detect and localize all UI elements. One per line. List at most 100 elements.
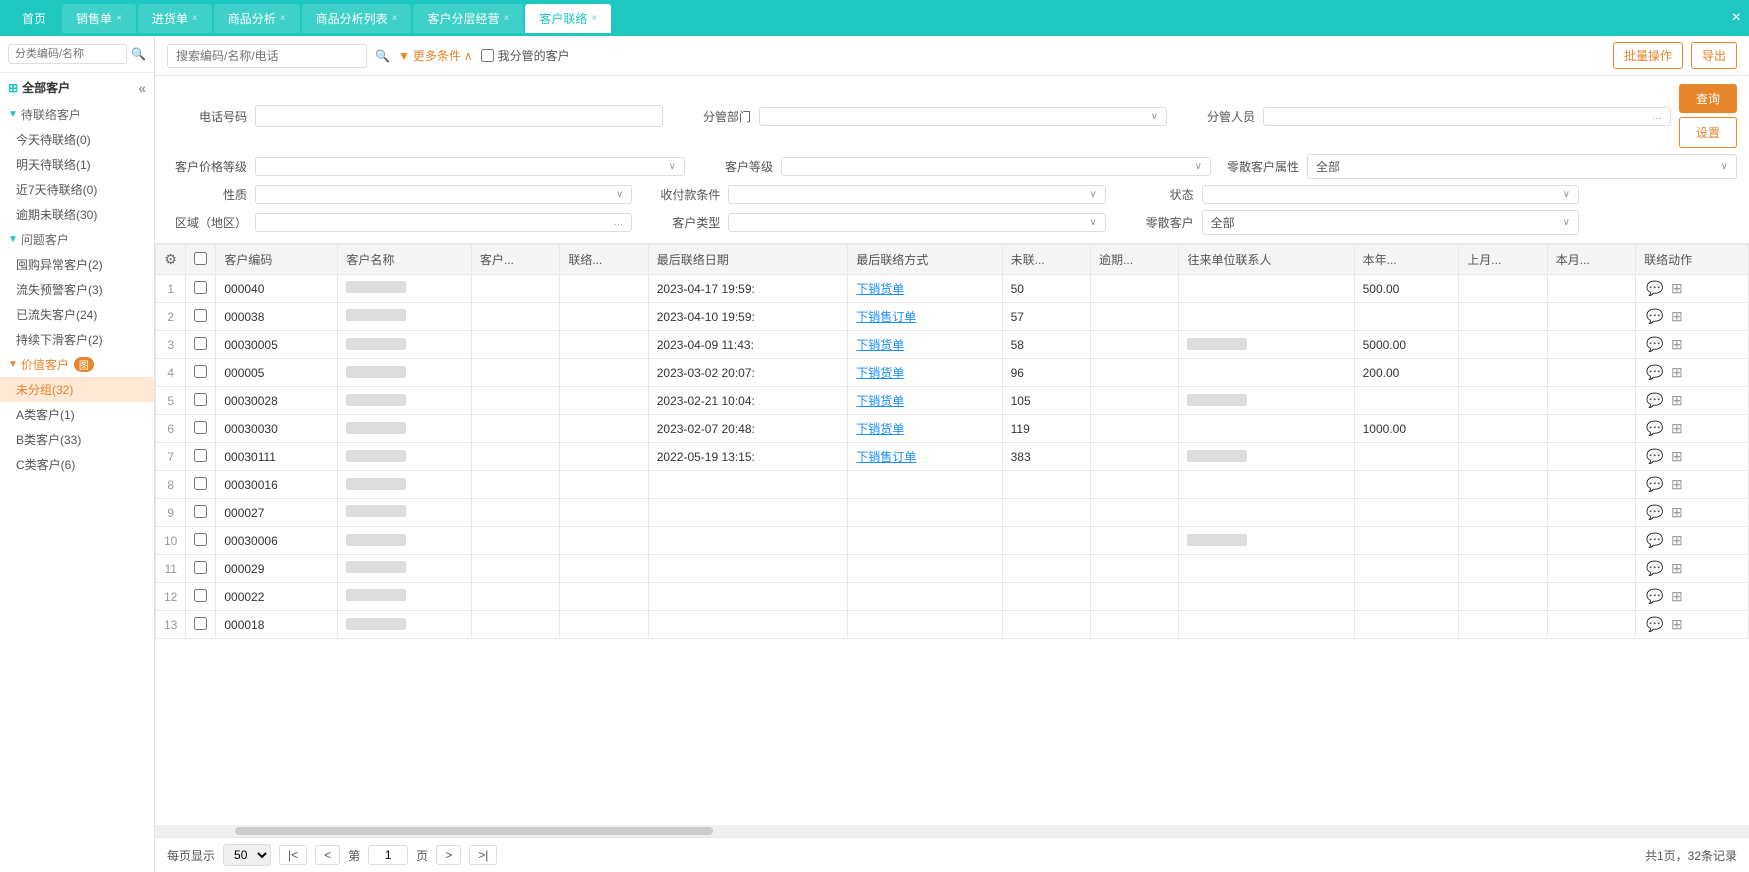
sidebar-collapse-btn[interactable]: « bbox=[138, 80, 146, 96]
sidebar-search-input[interactable] bbox=[8, 44, 127, 64]
grid-action-icon[interactable]: ⊞ bbox=[1669, 532, 1685, 548]
person-select[interactable]: … bbox=[1263, 107, 1671, 126]
last-method[interactable]: 下销售订单 bbox=[848, 443, 1002, 471]
row-checkbox[interactable] bbox=[194, 421, 207, 434]
last-method[interactable]: 下销售订单 bbox=[848, 303, 1002, 331]
last-method[interactable] bbox=[848, 555, 1002, 583]
row-checkbox[interactable] bbox=[194, 505, 207, 518]
sidebar-item-churn-warning[interactable]: 流失预警客户(3) bbox=[0, 277, 154, 302]
grid-action-icon[interactable]: ⊞ bbox=[1669, 560, 1685, 576]
value-group-title[interactable]: ▼ 价值客户 图 bbox=[0, 352, 154, 377]
nav-tab-sales[interactable]: 销售单 × bbox=[62, 4, 136, 33]
all-customers-header[interactable]: ⊞ 全部客户 « bbox=[0, 73, 154, 102]
batch-ops-btn[interactable]: 批量操作 bbox=[1613, 42, 1683, 69]
dept-select[interactable]: ∨ bbox=[759, 107, 1167, 126]
last-method[interactable]: 下销货单 bbox=[848, 387, 1002, 415]
row-checkbox-cell[interactable] bbox=[186, 359, 216, 387]
close-icon[interactable]: × bbox=[503, 13, 509, 24]
th-gear[interactable]: ⚙ bbox=[156, 245, 186, 275]
nav-home[interactable]: 首页 bbox=[8, 4, 60, 33]
per-page-select[interactable]: 50 bbox=[223, 844, 271, 866]
last-method[interactable]: 下销货单 bbox=[848, 359, 1002, 387]
last-method[interactable] bbox=[848, 611, 1002, 639]
last-method[interactable]: 下销货单 bbox=[848, 275, 1002, 303]
sidebar-item-tomorrow-pending[interactable]: 明天待联络(1) bbox=[0, 152, 154, 177]
horizontal-scrollbar[interactable] bbox=[155, 827, 1749, 835]
row-checkbox[interactable] bbox=[194, 477, 207, 490]
last-method[interactable] bbox=[848, 471, 1002, 499]
sidebar-search-icon[interactable]: 🔍 bbox=[131, 47, 146, 61]
last-method[interactable] bbox=[848, 583, 1002, 611]
chat-icon[interactable]: 💬 bbox=[1644, 560, 1665, 576]
nav-tab-customer-contact[interactable]: 客户联络 × bbox=[525, 4, 611, 33]
filter-search-icon[interactable]: 🔍 bbox=[375, 49, 390, 63]
grid-action-icon[interactable]: ⊞ bbox=[1669, 588, 1685, 604]
close-icon[interactable]: × bbox=[591, 13, 597, 24]
chat-icon[interactable]: 💬 bbox=[1644, 448, 1665, 464]
grid-action-icon[interactable]: ⊞ bbox=[1669, 476, 1685, 492]
row-checkbox-cell[interactable] bbox=[186, 443, 216, 471]
retail-select[interactable]: 全部 ∨ bbox=[1202, 210, 1579, 235]
sidebar-item-b-class[interactable]: B类客户(33) bbox=[0, 427, 154, 452]
row-checkbox-cell[interactable] bbox=[186, 499, 216, 527]
row-checkbox[interactable] bbox=[194, 337, 207, 350]
row-checkbox-cell[interactable] bbox=[186, 527, 216, 555]
close-icon[interactable]: × bbox=[280, 13, 286, 24]
grid-action-icon[interactable]: ⊞ bbox=[1669, 308, 1685, 324]
row-checkbox-cell[interactable] bbox=[186, 555, 216, 583]
my-customers-checkbox[interactable]: 我分管的客户 bbox=[481, 47, 570, 64]
chat-icon[interactable]: 💬 bbox=[1644, 616, 1665, 632]
sidebar-item-c-class[interactable]: C类客户(6) bbox=[0, 452, 154, 477]
nav-tab-analysis[interactable]: 商品分析 × bbox=[214, 4, 300, 33]
chat-icon[interactable]: 💬 bbox=[1644, 336, 1665, 352]
status-select[interactable]: ∨ bbox=[1202, 185, 1579, 204]
scrollbar-thumb[interactable] bbox=[235, 827, 713, 835]
chat-icon[interactable]: 💬 bbox=[1644, 504, 1665, 520]
sidebar-item-declining[interactable]: 持续下滑客户(2) bbox=[0, 327, 154, 352]
pending-group-title[interactable]: ▼ 待联络客户 bbox=[0, 102, 154, 127]
filter-search-input[interactable] bbox=[167, 44, 367, 68]
last-method[interactable] bbox=[848, 527, 1002, 555]
last-method[interactable] bbox=[848, 499, 1002, 527]
nav-tab-customer-tier[interactable]: 客户分层经营 × bbox=[413, 4, 523, 33]
region-select[interactable]: … bbox=[255, 213, 632, 232]
more-conditions-btn[interactable]: ▼ 更多条件 ∧ bbox=[398, 47, 473, 64]
chat-icon[interactable]: 💬 bbox=[1644, 364, 1665, 380]
attr-select[interactable]: 全部 ∨ bbox=[1307, 154, 1737, 179]
first-page-btn[interactable]: |< bbox=[279, 845, 307, 865]
phone-input[interactable] bbox=[255, 105, 663, 127]
customer-level-select[interactable]: ∨ bbox=[781, 157, 1211, 176]
chat-icon[interactable]: 💬 bbox=[1644, 476, 1665, 492]
row-checkbox-cell[interactable] bbox=[186, 387, 216, 415]
grid-action-icon[interactable]: ⊞ bbox=[1669, 616, 1685, 632]
grid-action-icon[interactable]: ⊞ bbox=[1669, 336, 1685, 352]
row-checkbox-cell[interactable] bbox=[186, 415, 216, 443]
nav-tab-analysis-list[interactable]: 商品分析列表 × bbox=[302, 4, 412, 33]
nature-select[interactable]: ∨ bbox=[255, 185, 632, 204]
sidebar-item-overdue-pending[interactable]: 逾期未联络(30) bbox=[0, 202, 154, 227]
grid-action-icon[interactable]: ⊞ bbox=[1669, 392, 1685, 408]
price-level-select[interactable]: ∨ bbox=[255, 157, 685, 176]
row-checkbox-cell[interactable] bbox=[186, 583, 216, 611]
row-checkbox[interactable] bbox=[194, 617, 207, 630]
chat-icon[interactable]: 💬 bbox=[1644, 588, 1665, 604]
my-customers-check[interactable] bbox=[481, 49, 494, 62]
row-checkbox[interactable] bbox=[194, 365, 207, 378]
row-checkbox[interactable] bbox=[194, 309, 207, 322]
nav-tab-purchase[interactable]: 进货单 × bbox=[138, 4, 212, 33]
customer-type-select[interactable]: ∨ bbox=[728, 213, 1105, 232]
reset-btn[interactable]: 设置 bbox=[1679, 117, 1737, 148]
chat-icon[interactable]: 💬 bbox=[1644, 280, 1665, 296]
export-btn[interactable]: 导出 bbox=[1691, 42, 1737, 69]
sidebar-item-a-class[interactable]: A类客户(1) bbox=[0, 402, 154, 427]
window-close-btn[interactable]: × bbox=[1732, 9, 1741, 27]
last-method[interactable]: 下销货单 bbox=[848, 331, 1002, 359]
chat-icon[interactable]: 💬 bbox=[1644, 308, 1665, 324]
row-checkbox-cell[interactable] bbox=[186, 611, 216, 639]
grid-action-icon[interactable]: ⊞ bbox=[1669, 364, 1685, 380]
chat-icon[interactable]: 💬 bbox=[1644, 392, 1665, 408]
chat-icon[interactable]: 💬 bbox=[1644, 420, 1665, 436]
grid-action-icon[interactable]: ⊞ bbox=[1669, 280, 1685, 296]
prev-page-btn[interactable]: < bbox=[315, 845, 340, 865]
close-icon[interactable]: × bbox=[116, 13, 122, 24]
